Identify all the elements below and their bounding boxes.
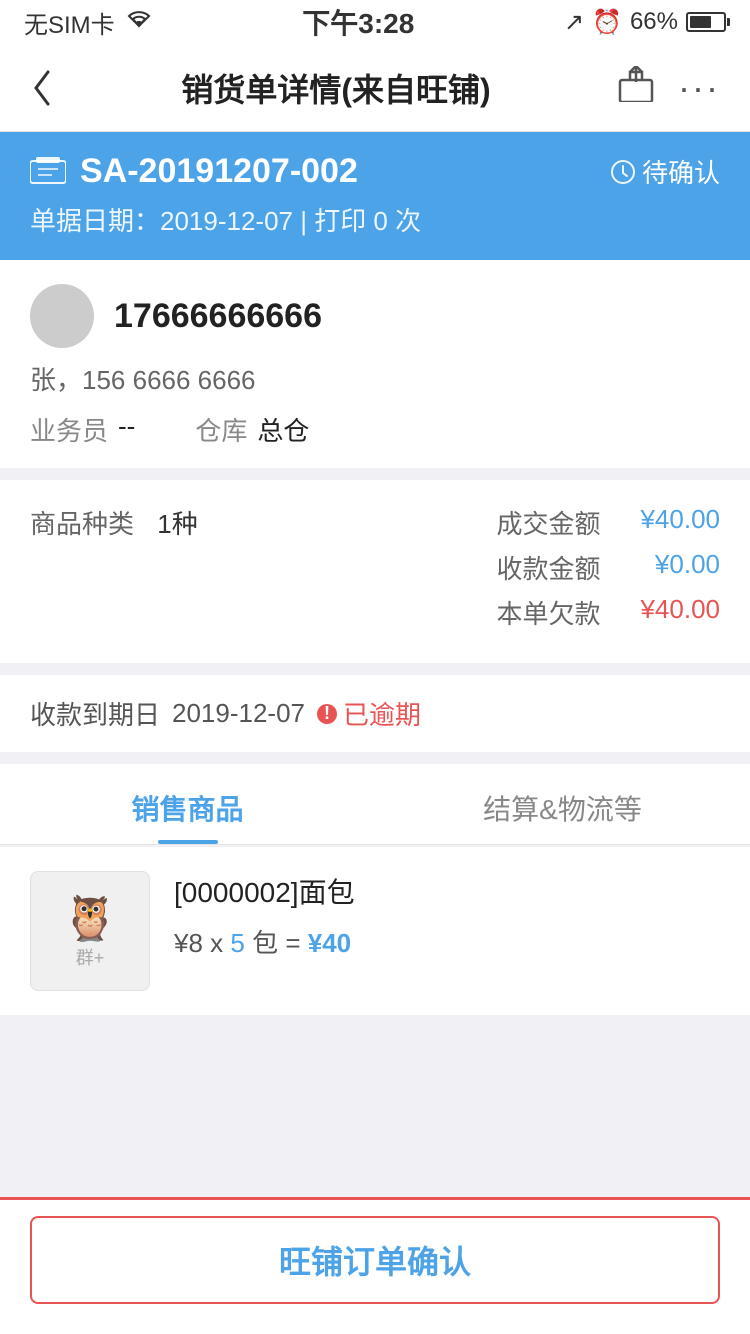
order-status: 待确认 [610, 153, 720, 190]
status-left: 无SIM卡 [24, 5, 153, 40]
tab-settlement[interactable]: 结算&物流等 [375, 764, 750, 844]
overdue-dot-icon: ! [317, 704, 337, 724]
due-date-value: 2019-12-07 [172, 698, 305, 729]
alarm-icon: ⏰ [592, 8, 622, 37]
type-count: 1种 [157, 509, 197, 539]
status-time: 下午3:28 [302, 2, 414, 42]
page-title: 销货单详情(来自旺铺) [181, 65, 490, 111]
owed-label: 本单欠款 [496, 594, 600, 631]
product-thumbnail: 🦉 群+ [30, 871, 150, 991]
customer-section: 17666666666 张，156 6666 6666 业务员 -- 仓库 总仓 [0, 260, 750, 468]
order-id: SA-20191207-002 [30, 152, 358, 191]
product-total: ¥40 [308, 928, 351, 958]
overdue-badge: ! 已逾期 [317, 695, 421, 732]
status-right: ↗ ⏰ 66% [564, 8, 726, 37]
nav-actions: ··· [618, 66, 720, 110]
battery-icon [686, 12, 726, 32]
due-date-section: 收款到期日 2019-12-07 ! 已逾期 [0, 675, 750, 752]
warehouse-value: 总仓 [257, 411, 309, 448]
salesperson-value: -- [118, 411, 135, 448]
warehouse-label: 仓库 [195, 411, 247, 448]
nav-bar: 销货单详情(来自旺铺) ··· [0, 44, 750, 132]
overdue-text: 已逾期 [343, 695, 421, 732]
summary-amounts: 成交金额 ¥40.00 收款金额 ¥0.00 本单欠款 ¥40.00 [496, 504, 720, 639]
battery-percent: 66% [630, 8, 678, 36]
product-qty: 5 [230, 928, 244, 958]
avatar [30, 284, 94, 348]
due-date-label: 收款到期日 [30, 695, 160, 732]
tab-sales-products[interactable]: 销售商品 [0, 764, 375, 844]
tab-underline [158, 840, 218, 844]
customer-phone: 17666666666 [114, 297, 322, 336]
product-item: 🦉 群+ [0000002]面包 ¥8 x 5 包 = ¥40 [30, 871, 720, 991]
customer-meta: 业务员 -- 仓库 总仓 [30, 411, 720, 448]
tabs-section: 销售商品 结算&物流等 [0, 764, 750, 845]
amount-label: 成交金额 [496, 504, 600, 541]
received-label: 收款金额 [496, 549, 600, 586]
product-section: 🦉 群+ [0000002]面包 ¥8 x 5 包 = ¥40 [0, 847, 750, 1015]
received-value: ¥0.00 [655, 549, 720, 586]
more-icon[interactable]: ··· [678, 67, 720, 109]
order-date: 单据日期：2019-12-07 | 打印 0 次 [30, 201, 720, 238]
summary-section: 商品种类 1种 成交金额 ¥40.00 收款金额 ¥0.00 本单欠款 ¥40.… [0, 480, 750, 663]
carrier-text: 无SIM卡 [24, 5, 115, 40]
back-button[interactable] [30, 68, 54, 108]
customer-name: 张，156 6666 6666 [30, 360, 720, 397]
bottom-bar: 旺铺订单确认 [0, 1197, 750, 1334]
status-bar: 无SIM卡 下午3:28 ↗ ⏰ 66% [0, 0, 750, 44]
share-icon[interactable] [618, 66, 654, 110]
order-header: SA-20191207-002 待确认 单据日期：2019-12-07 | 打印… [0, 132, 750, 260]
wifi-icon [125, 8, 153, 37]
product-info: [0000002]面包 ¥8 x 5 包 = ¥40 [174, 871, 720, 960]
type-label: 商品种类 [30, 509, 134, 539]
confirm-wangpu-button[interactable]: 旺铺订单确认 [30, 1216, 720, 1304]
product-name: [0000002]面包 [174, 871, 720, 911]
thumbnail-label: 群+ [63, 944, 118, 970]
product-price: ¥8 x 5 包 = ¥40 [174, 923, 720, 960]
amount-value: ¥40.00 [640, 504, 720, 541]
location-icon: ↗ [564, 8, 584, 37]
salesperson-label: 业务员 [30, 411, 108, 448]
owed-value: ¥40.00 [640, 594, 720, 631]
